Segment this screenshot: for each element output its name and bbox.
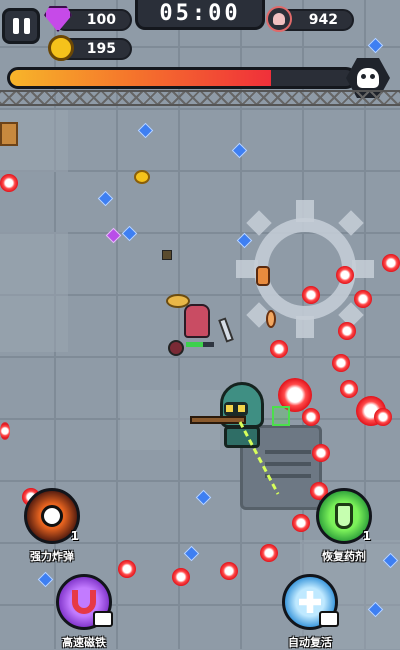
xp-gem: [183, 545, 200, 562]
enemy-bullet: [336, 266, 354, 284]
skill-potion-button[interactable]: 1 恢复药剂: [316, 488, 372, 564]
enemy-bullet: [292, 514, 310, 532]
skill-potion-label: 恢复药剂: [322, 550, 366, 563]
enemy-bullet: [354, 290, 372, 308]
enemy-bullet: [0, 174, 18, 192]
xp-gem: [105, 227, 122, 244]
enemy-bullet: [340, 380, 358, 398]
coin-icon: [48, 35, 74, 61]
boss-health-bar: [7, 67, 357, 89]
gem-count: 100: [86, 12, 116, 28]
video-ad-icon: [319, 611, 339, 627]
game-timer: 05:00: [135, 0, 265, 30]
barbed-wire-fence: [0, 90, 400, 106]
coin-pickup: [134, 170, 150, 184]
skill-bomb-label: 强力炸弹: [30, 550, 74, 563]
xp-gem: [195, 489, 212, 506]
enemy-bullet: [118, 560, 136, 578]
gear-floor-marking: [236, 200, 374, 338]
xp-gem: [37, 571, 54, 588]
enemy-bullet: [260, 544, 278, 562]
skill-revive-label: 自动复活: [288, 636, 332, 649]
enemy-bullet: [302, 286, 320, 304]
potion-icon: 1: [316, 488, 372, 544]
enemy-sprite: [184, 304, 210, 338]
enemy-sprite: [168, 340, 184, 356]
boss-health-fill: [10, 70, 272, 86]
magnet-icon: [56, 574, 113, 630]
enemy-bullet: [172, 568, 190, 586]
pause-button[interactable]: [2, 8, 40, 44]
enemy-health-bar: [186, 342, 214, 347]
xp-gem: [231, 142, 248, 159]
enemy-bullet: [0, 422, 10, 440]
enemy-bullet: [302, 408, 320, 426]
xp-gem: [367, 37, 384, 54]
skill-revive-button[interactable]: 自动复活: [282, 574, 339, 650]
crate: [0, 122, 18, 146]
floor-panel: [0, 232, 68, 352]
kill-count: 942: [308, 12, 338, 28]
xp-gem: [121, 225, 138, 242]
pause-icon: [12, 18, 19, 34]
enemy-sprite: [266, 310, 276, 328]
skull-target-icon: [266, 6, 292, 32]
enemy-bullet: [270, 340, 288, 358]
winged-helmet-pickup: [166, 294, 190, 308]
coin-count: 195: [86, 41, 116, 57]
enemy-sprite: [256, 266, 270, 286]
revive-icon: [282, 574, 339, 630]
enemy-bullet: [374, 408, 392, 426]
debris: [162, 250, 172, 260]
skill-bomb-button[interactable]: 1 强力炸弹: [24, 488, 80, 564]
enemy-bullet: [312, 444, 330, 462]
laser-shot: [238, 421, 280, 495]
xp-gem: [137, 122, 154, 139]
enemy-bullet: [382, 254, 400, 272]
enemy-bullet: [332, 354, 350, 372]
enemy-bullet: [338, 322, 356, 340]
enemy-bullet: [220, 562, 238, 580]
video-ad-icon: [93, 611, 113, 627]
bomb-icon: 1: [24, 488, 80, 544]
target-marker: [272, 406, 290, 426]
skill-magnet-label: 高速磁铁: [62, 636, 106, 649]
xp-gem: [97, 190, 114, 207]
skill-magnet-button[interactable]: 高速磁铁: [56, 574, 113, 650]
